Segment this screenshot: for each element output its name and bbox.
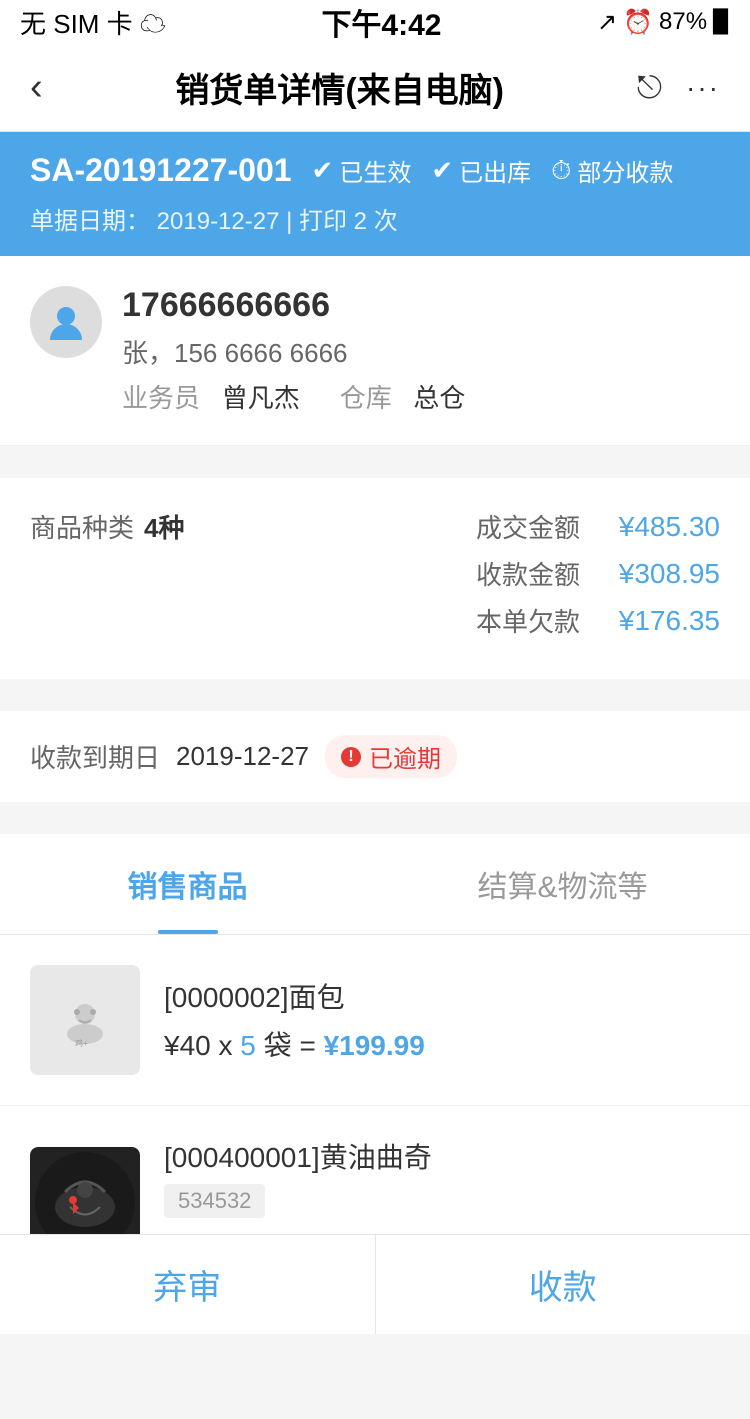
customer-meta: 业务员 曾凡杰 仓库 总仓 bbox=[122, 378, 720, 415]
due-date-section: 收款到期日 2019-12-27 ! 已逾期 bbox=[0, 711, 750, 802]
more-options-icon[interactable]: ··· bbox=[686, 72, 720, 104]
product-types-row: 商品种类 4种 bbox=[30, 508, 184, 545]
partial-payment-label: 部分收款 bbox=[577, 153, 673, 188]
battery-label: 87% bbox=[659, 8, 707, 36]
status-activated: ✔ 已生效 bbox=[312, 153, 412, 188]
alarm-icon: ⏰ bbox=[623, 8, 653, 37]
product-tag-2: 534532 bbox=[164, 1184, 265, 1218]
order-id: SA-20191227-001 bbox=[30, 152, 292, 189]
avatar bbox=[30, 286, 102, 358]
tab-settlement-logistics-label: 结算&物流等 bbox=[477, 871, 647, 904]
debt-row: 本单欠款 ¥176.35 bbox=[476, 602, 720, 639]
collected-amount-row: 收款金额 ¥308.95 bbox=[476, 555, 720, 592]
product-total-1: ¥199.99 bbox=[324, 1030, 425, 1061]
order-header-banner: SA-20191227-001 ✔ 已生效 ✔ 已出库 ⏱ 部分收款 单据日期：… bbox=[0, 132, 750, 256]
equals-sign-1: = bbox=[299, 1030, 323, 1061]
tab-settlement-logistics[interactable]: 结算&物流等 bbox=[375, 834, 750, 934]
product-types-label: 商品种类 bbox=[30, 508, 134, 545]
customer-info: 17666666666 张，156 6666 6666 业务员 曾凡杰 仓库 总… bbox=[122, 286, 720, 415]
svg-text:鸡+: 鸡+ bbox=[75, 1038, 88, 1048]
overdue-badge: ! 已逾期 bbox=[325, 735, 457, 778]
due-date-label: 收款到期日 bbox=[30, 738, 160, 775]
tabs: 销售商品 结算&物流等 bbox=[0, 834, 750, 935]
status-partial-payment: ⏱ 部分收款 bbox=[551, 153, 673, 188]
tab-sales-products[interactable]: 销售商品 bbox=[0, 834, 375, 934]
product-price-row-1: ¥40 x 5 袋 = ¥199.99 bbox=[164, 1024, 720, 1064]
stats-section: 商品种类 4种 成交金额 ¥485.30 收款金额 ¥308.95 本单欠款 ¥… bbox=[0, 478, 750, 679]
debt-label: 本单欠款 bbox=[476, 602, 580, 639]
product-image-placeholder-1: 鸡+ bbox=[30, 965, 140, 1075]
product-types-value: 4种 bbox=[144, 508, 184, 545]
collected-value: ¥308.95 bbox=[600, 558, 720, 590]
location-icon: ↗ bbox=[597, 8, 617, 37]
warehouse: 仓库 总仓 bbox=[340, 378, 466, 415]
customer-id: 17666666666 bbox=[122, 286, 720, 325]
nav-bar: ‹ 销货单详情(来自电脑) ⎋ ··· bbox=[0, 44, 750, 132]
deal-amount-label: 成交金额 bbox=[476, 508, 580, 545]
page-title: 销货单详情(来自电脑) bbox=[175, 63, 504, 112]
multiply-sign-1: x bbox=[219, 1030, 241, 1061]
product-details-1: [0000002]面包 ¥40 x 5 袋 = ¥199.99 bbox=[164, 976, 720, 1064]
status-time: 下午4:42 bbox=[321, 0, 441, 44]
order-date: 2019-12-27 bbox=[157, 208, 280, 235]
deal-amount-row: 成交金额 ¥485.30 bbox=[476, 508, 720, 545]
deal-amount-value: ¥485.30 bbox=[600, 511, 720, 543]
product-qty-1: 5 bbox=[240, 1030, 256, 1061]
customer-name-phone: 张，156 6666 6666 bbox=[122, 333, 720, 370]
divider3 bbox=[0, 802, 750, 818]
cancel-review-button[interactable]: 弃审 bbox=[0, 1235, 376, 1334]
check-icon-shipped: ✔ bbox=[431, 155, 453, 186]
order-date-info: 单据日期： 2019-12-27 | 打印 2 次 bbox=[30, 201, 720, 236]
collect-payment-label: 收款 bbox=[529, 1260, 597, 1309]
shipped-label: 已出库 bbox=[459, 153, 531, 188]
product-price-1: ¥40 bbox=[164, 1030, 211, 1061]
product-unit-1: 袋 bbox=[264, 1030, 292, 1061]
warehouse-label: 仓库 bbox=[340, 383, 392, 413]
share-icon[interactable]: ⎋ bbox=[637, 69, 662, 107]
cancel-review-label: 弃审 bbox=[153, 1260, 221, 1309]
product-name-2: [000400001]黄油曲奇 bbox=[164, 1136, 720, 1176]
stats-right: 成交金额 ¥485.30 收款金额 ¥308.95 本单欠款 ¥176.35 bbox=[476, 508, 720, 649]
bottom-actions: 弃审 收款 bbox=[0, 1234, 750, 1334]
nav-actions: ⎋ ··· bbox=[637, 69, 720, 107]
overdue-label: 已逾期 bbox=[369, 739, 441, 774]
status-left: 无 SIM 卡 ☁ bbox=[20, 4, 166, 41]
back-button[interactable]: ‹ bbox=[30, 66, 43, 109]
banner-row1: SA-20191227-001 ✔ 已生效 ✔ 已出库 ⏱ 部分收款 bbox=[30, 152, 720, 189]
sales-person: 业务员 曾凡杰 bbox=[122, 378, 300, 415]
status-bar: 无 SIM 卡 ☁ 下午4:42 ↗ ⏰ 87% ▉ bbox=[0, 0, 750, 44]
product-item: 鸡+ [0000002]面包 ¥40 x 5 袋 = ¥199.99 bbox=[0, 935, 750, 1106]
activated-label: 已生效 bbox=[339, 153, 411, 188]
battery-icon: ▉ bbox=[713, 9, 730, 35]
customer-section: 17666666666 张，156 6666 6666 业务员 曾凡杰 仓库 总… bbox=[0, 256, 750, 446]
collected-label: 收款金额 bbox=[476, 555, 580, 592]
status-right: ↗ ⏰ 87% ▉ bbox=[597, 8, 730, 37]
divider1 bbox=[0, 446, 750, 462]
overdue-icon: ! bbox=[341, 747, 361, 767]
warehouse-name: 总仓 bbox=[413, 383, 465, 413]
sales-label: 业务员 bbox=[122, 383, 200, 413]
tab-sales-products-label: 销售商品 bbox=[128, 871, 248, 904]
divider2 bbox=[0, 679, 750, 695]
product-image-1: 鸡+ bbox=[30, 965, 140, 1075]
status-shipped: ✔ 已出库 bbox=[431, 153, 531, 188]
collect-payment-button[interactable]: 收款 bbox=[376, 1235, 750, 1334]
date-label: 单据日期： bbox=[30, 208, 150, 235]
debt-value: ¥176.35 bbox=[600, 605, 720, 637]
check-icon-activated: ✔ bbox=[312, 155, 334, 186]
stats-left: 商品种类 4种 bbox=[30, 508, 184, 649]
clock-icon: ⏱ bbox=[551, 155, 571, 187]
due-date-value: 2019-12-27 bbox=[176, 741, 309, 772]
sales-person-name: 曾凡杰 bbox=[222, 383, 300, 413]
print-info: | 打印 2 次 bbox=[286, 208, 398, 235]
product-name-1: [0000002]面包 bbox=[164, 976, 720, 1016]
